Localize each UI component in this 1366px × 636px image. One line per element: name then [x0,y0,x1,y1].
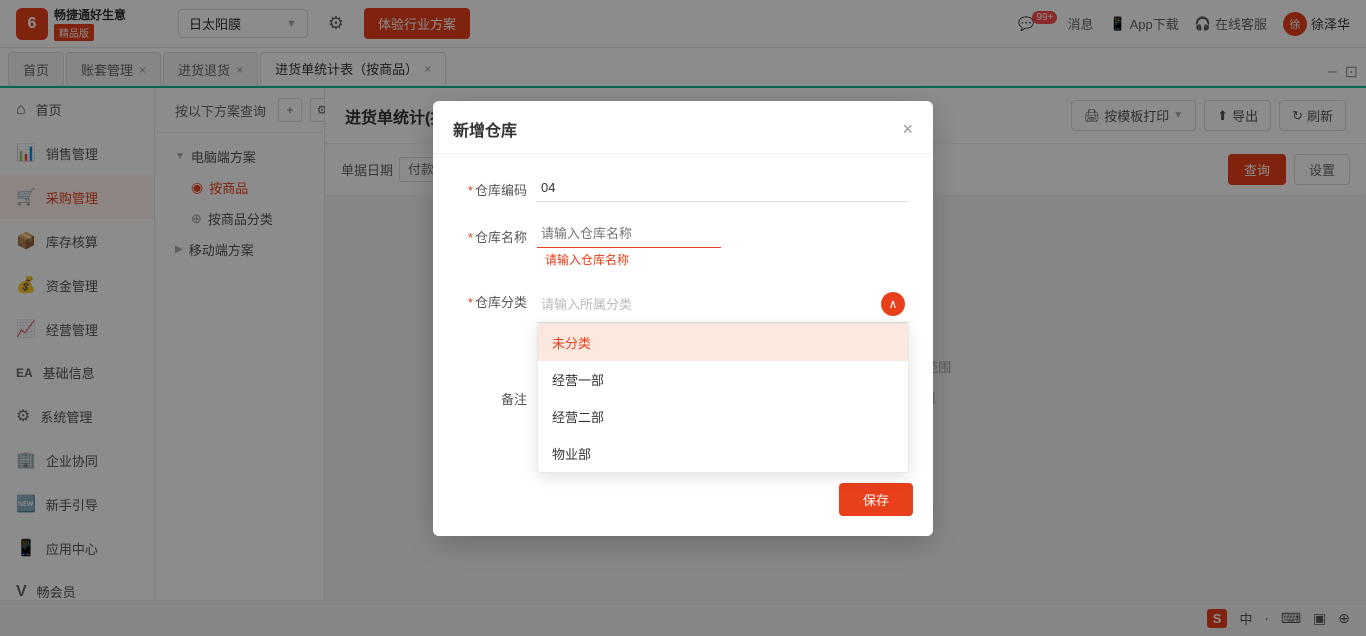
form-row-category: *仓库分类 请输入所属分类 ∧ 未分类 [457,286,909,323]
modal-footer: 保存 [433,471,933,536]
dropdown-item-property[interactable]: 物业部 [538,435,908,472]
modal-body: *仓库编码 *仓库名称 请输入仓库名称 [433,154,933,471]
category-placeholder: 请输入所属分类 [541,294,632,313]
form-row-code: *仓库编码 [457,174,909,202]
dropdown-item-unclassified[interactable]: 未分类 [538,324,908,361]
dropdown-item-dept2[interactable]: 经营二部 [538,398,908,435]
dropdown-up-icon[interactable]: ∧ [881,292,905,316]
warehouse-modal: 新增仓库 × *仓库编码 *仓库名称 [433,101,933,536]
name-input[interactable] [537,220,721,248]
name-error-msg: 请输入仓库名称 [545,251,629,268]
category-label: *仓库分类 [457,286,537,311]
form-row-name: *仓库名称 请输入仓库名称 [457,220,909,268]
category-dropdown-list: 未分类 经营一部 经营二部 物业部 [537,323,909,473]
dropdown-item-dept1[interactable]: 经营一部 [538,361,908,398]
code-label: *仓库编码 [457,174,537,199]
name-label: *仓库名称 [457,221,537,246]
modal-header: 新增仓库 × [433,101,933,154]
note-label: 备注 [457,383,537,408]
modal-overlay: 新增仓库 × *仓库编码 *仓库名称 [0,0,1366,636]
modal-close-button[interactable]: × [902,120,913,138]
code-input[interactable] [537,174,909,202]
category-dropdown[interactable]: 请输入所属分类 ∧ [537,286,909,323]
save-button[interactable]: 保存 [839,483,913,516]
modal-title: 新增仓库 [453,117,517,141]
